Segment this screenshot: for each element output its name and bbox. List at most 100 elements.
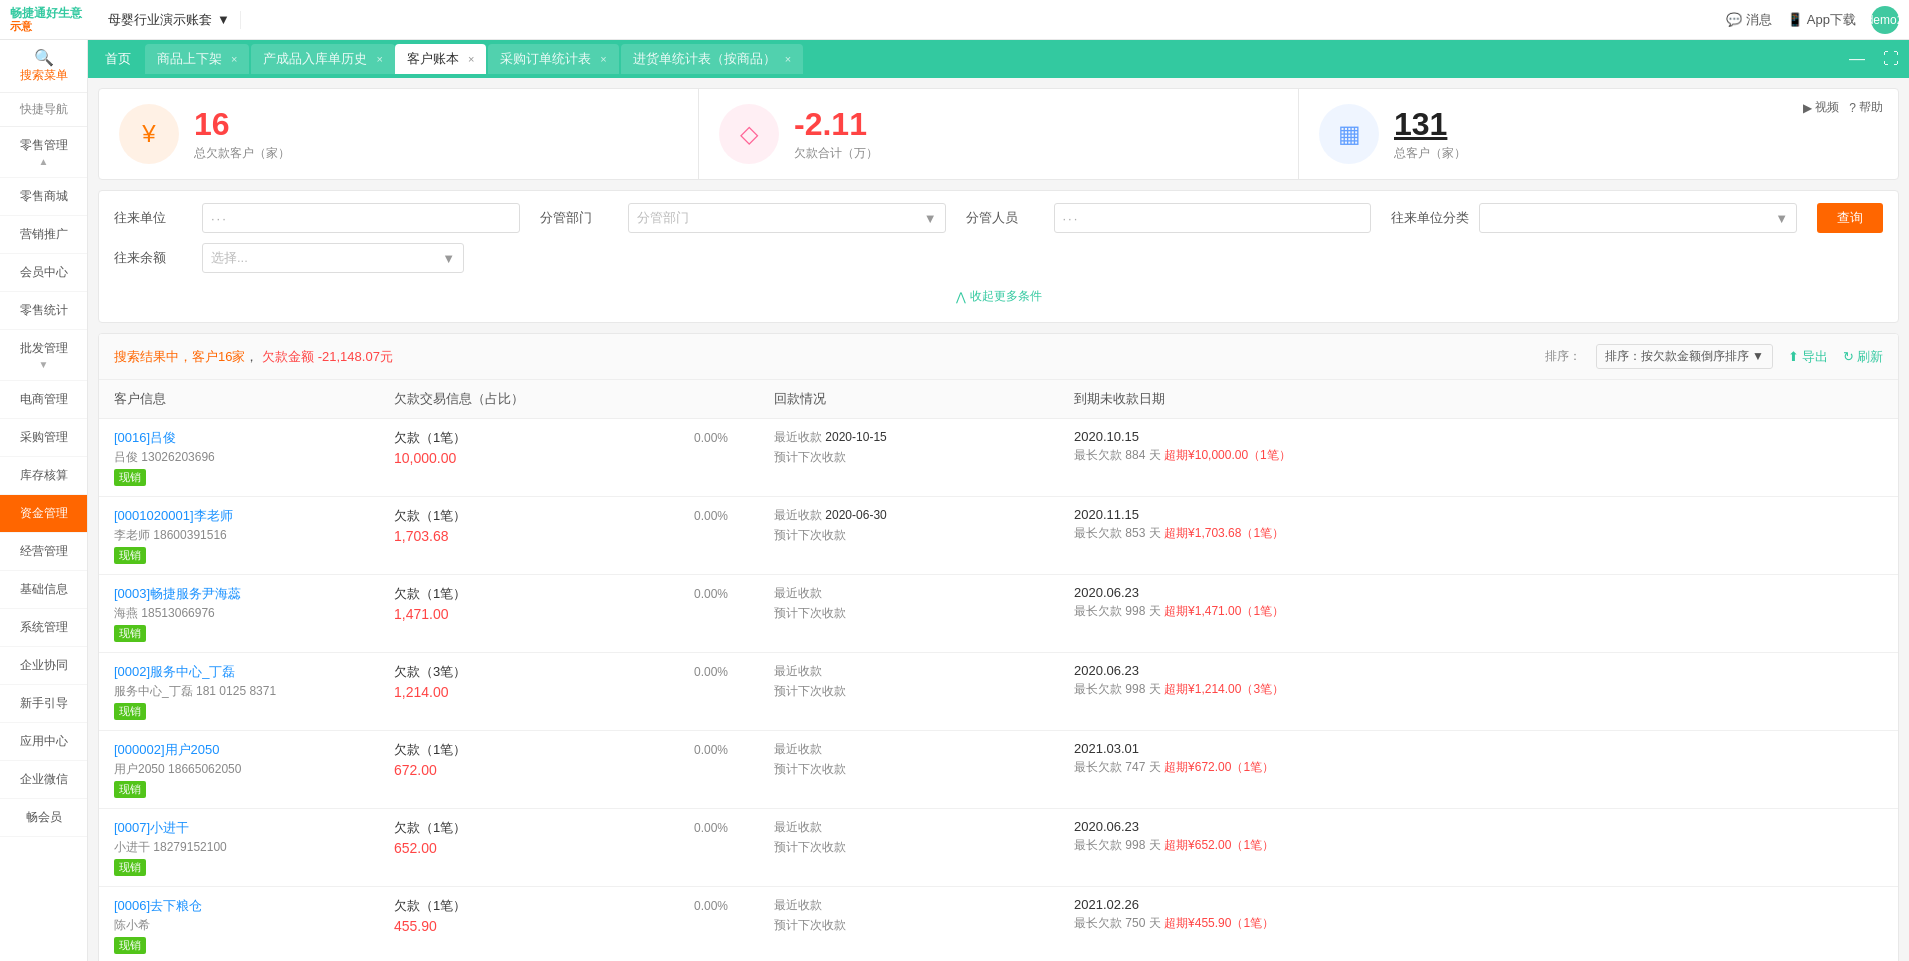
debt-percent: 0.00% xyxy=(694,821,744,835)
sidebar-item-retail-mgmt[interactable]: 零售管理 ▲ xyxy=(0,127,87,178)
help-link[interactable]: ? 帮助 xyxy=(1849,99,1883,116)
sidebar-item-system[interactable]: 系统管理 xyxy=(0,609,87,647)
close-icon[interactable]: × xyxy=(468,53,474,65)
sidebar-label: 电商管理 xyxy=(20,391,68,408)
th-overdue-date: 到期未收款日期 xyxy=(1059,380,1898,419)
customer-name-link[interactable]: [0016]吕俊 xyxy=(114,429,364,447)
sort-selector[interactable]: 排序：按欠款金额倒序排序 ▼ xyxy=(1596,344,1773,369)
collapse-button[interactable]: ⋀ 收起更多条件 xyxy=(956,288,1042,305)
tab-purchase-by-product[interactable]: 进货单统计表（按商品） × xyxy=(621,44,803,74)
sidebar-item-operations[interactable]: 经营管理 xyxy=(0,533,87,571)
store-selector[interactable]: 母婴行业演示账套 ▼ xyxy=(98,11,241,29)
sidebar-label: 零售商城 xyxy=(20,188,68,205)
sidebar-item-wechat[interactable]: 企业微信 xyxy=(0,761,87,799)
customer-name-link[interactable]: [0003]畅捷服务尹海蕊 xyxy=(114,585,364,603)
sidebar-search[interactable]: 🔍 搜索菜单 xyxy=(0,40,87,93)
sidebar-item-enterprise[interactable]: 企业协同 xyxy=(0,647,87,685)
close-icon[interactable]: × xyxy=(376,53,382,65)
debt-info-cell: 欠款（1笔） 1,471.00 xyxy=(379,575,679,653)
debt-amount[interactable]: 672.00 xyxy=(394,762,664,778)
debt-amount[interactable]: 652.00 xyxy=(394,840,664,856)
debt-amount[interactable]: 455.90 xyxy=(394,918,664,934)
store-name: 母婴行业演示账套 xyxy=(108,11,212,29)
next-collection: 预计下次收款 xyxy=(774,761,1044,778)
minimize-button[interactable]: — xyxy=(1844,48,1870,70)
video-link[interactable]: ▶ 视频 xyxy=(1803,99,1839,116)
maximize-button[interactable]: ⛶ xyxy=(1878,48,1904,70)
tab-customer-account[interactable]: 客户账本 × xyxy=(395,44,486,74)
filter-input-person[interactable]: ··· xyxy=(1054,203,1372,233)
results-header: 搜索结果中，客户16家， 欠款金额 -21,148.07元 排序： 排序：按欠款… xyxy=(99,334,1898,380)
tab-home[interactable]: 首页 xyxy=(93,44,143,74)
sort-label: 排序：按欠款金额倒序排序 xyxy=(1605,349,1749,363)
quick-nav[interactable]: 快捷导航 xyxy=(0,93,87,127)
filter-select-balance[interactable]: 选择... ▼ xyxy=(202,243,464,273)
filter-placeholder-balance: 选择... xyxy=(211,249,248,267)
customer-tag: 现销 xyxy=(114,625,146,642)
export-button[interactable]: ⬆ 导出 xyxy=(1788,348,1828,366)
filter-input-unit[interactable]: ··· xyxy=(202,203,520,233)
refresh-button[interactable]: ↻ 刷新 xyxy=(1843,348,1883,366)
sidebar-item-guide[interactable]: 新手引导 xyxy=(0,685,87,723)
overdue-amount-link[interactable]: 超期¥10,000.00（1笔） xyxy=(1164,448,1291,462)
app-download-button[interactable]: 📱 App下载 xyxy=(1787,11,1856,29)
sidebar-item-member[interactable]: 会员中心 xyxy=(0,254,87,292)
close-icon[interactable]: × xyxy=(785,53,791,65)
collapse-row: ⋀ 收起更多条件 xyxy=(114,283,1883,310)
overdue-amount-link[interactable]: 超期¥1,703.68（1笔） xyxy=(1164,526,1284,540)
sidebar-item-retail-mall[interactable]: 零售商城 xyxy=(0,178,87,216)
sidebar-label: 企业协同 xyxy=(20,657,68,674)
tab-production[interactable]: 产成品入库单历史 × xyxy=(251,44,394,74)
debt-amount[interactable]: 1,703.68 xyxy=(394,528,664,544)
tab-bar-actions: — ⛶ xyxy=(1844,48,1904,70)
customer-name-link[interactable]: [000002]用户2050 xyxy=(114,741,364,759)
customer-info-cell: [0003]畅捷服务尹海蕊 海燕 18513066976 现销 xyxy=(99,575,379,653)
results-area: 搜索结果中，客户16家， 欠款金额 -21,148.07元 排序： 排序：按欠款… xyxy=(98,333,1899,961)
sidebar-item-member2[interactable]: 畅会员 xyxy=(0,799,87,837)
search-button[interactable]: 查询 xyxy=(1817,203,1883,233)
customer-name-link[interactable]: [0001020001]李老师 xyxy=(114,507,364,525)
sidebar-item-apps[interactable]: 应用中心 xyxy=(0,723,87,761)
sidebar-item-wholesale[interactable]: 批发管理 ▼ xyxy=(0,330,87,381)
last-collection-label: 最近收款 xyxy=(774,586,822,600)
overdue-amount-link[interactable]: 超期¥1,471.00（1笔） xyxy=(1164,604,1284,618)
tab-products[interactable]: 商品上下架 × xyxy=(145,44,249,74)
stat-card-total-debt: ◇ -2.11 欠款合计（万） xyxy=(699,89,1299,179)
overdue-date: 2020.06.23 xyxy=(1074,663,1883,678)
customer-name-link[interactable]: [0002]服务中心_丁磊 xyxy=(114,663,364,681)
customer-name-link[interactable]: [0007]小进干 xyxy=(114,819,364,837)
sidebar-label: 企业微信 xyxy=(20,771,68,788)
sidebar-item-basic-info[interactable]: 基础信息 xyxy=(0,571,87,609)
filter-select-dept[interactable]: 分管部门 ▼ xyxy=(628,203,946,233)
store-arrow-icon: ▼ xyxy=(217,12,230,27)
close-icon[interactable]: × xyxy=(600,53,606,65)
sidebar-item-ecommerce[interactable]: 电商管理 xyxy=(0,381,87,419)
debt-amount[interactable]: 1,214.00 xyxy=(394,684,664,700)
sidebar-item-finance[interactable]: 资金管理 xyxy=(0,495,87,533)
sidebar-item-purchase[interactable]: 采购管理 xyxy=(0,419,87,457)
chevron-down-icon: ▼ xyxy=(442,251,455,266)
overdue-amount-link[interactable]: 超期¥1,214.00（3笔） xyxy=(1164,682,1284,696)
close-icon[interactable]: × xyxy=(231,53,237,65)
customer-tag: 现销 xyxy=(114,859,146,876)
message-button[interactable]: 💬 消息 xyxy=(1726,11,1772,29)
collection-date: 2020-06-30 xyxy=(825,508,886,522)
sidebar-item-retail-stats[interactable]: 零售统计 xyxy=(0,292,87,330)
sidebar-label: 零售统计 xyxy=(20,302,68,319)
sidebar-item-marketing[interactable]: 营销推广 xyxy=(0,216,87,254)
overdue-amount-link[interactable]: 超期¥672.00（1笔） xyxy=(1164,760,1274,774)
debt-amount[interactable]: 1,471.00 xyxy=(394,606,664,622)
app-download-label: App下载 xyxy=(1807,11,1856,29)
overdue-amount-link[interactable]: 超期¥455.90（1笔） xyxy=(1164,916,1274,930)
stat-card-total-customers: ▶ 视频 ? 帮助 ▦ 131 总客户（家） xyxy=(1299,89,1898,179)
overdue-amount-link[interactable]: 超期¥652.00（1笔） xyxy=(1164,838,1274,852)
sidebar-item-inventory[interactable]: 库存核算 xyxy=(0,457,87,495)
debt-amount[interactable]: 10,000.00 xyxy=(394,450,664,466)
table-row: [0007]小进干 小进干 18279152100 现销 欠款（1笔） 652.… xyxy=(99,809,1898,887)
user-menu[interactable]: demo2 xyxy=(1871,6,1899,34)
customer-name-link[interactable]: [0006]去下粮仓 xyxy=(114,897,364,915)
collection-info: 最近收款 xyxy=(774,741,1044,758)
filter-select-category[interactable]: ▼ xyxy=(1479,203,1797,233)
tab-purchase-stats[interactable]: 采购订单统计表 × xyxy=(488,44,618,74)
stat-label-total-customers: 总客户（家） xyxy=(1394,145,1466,162)
